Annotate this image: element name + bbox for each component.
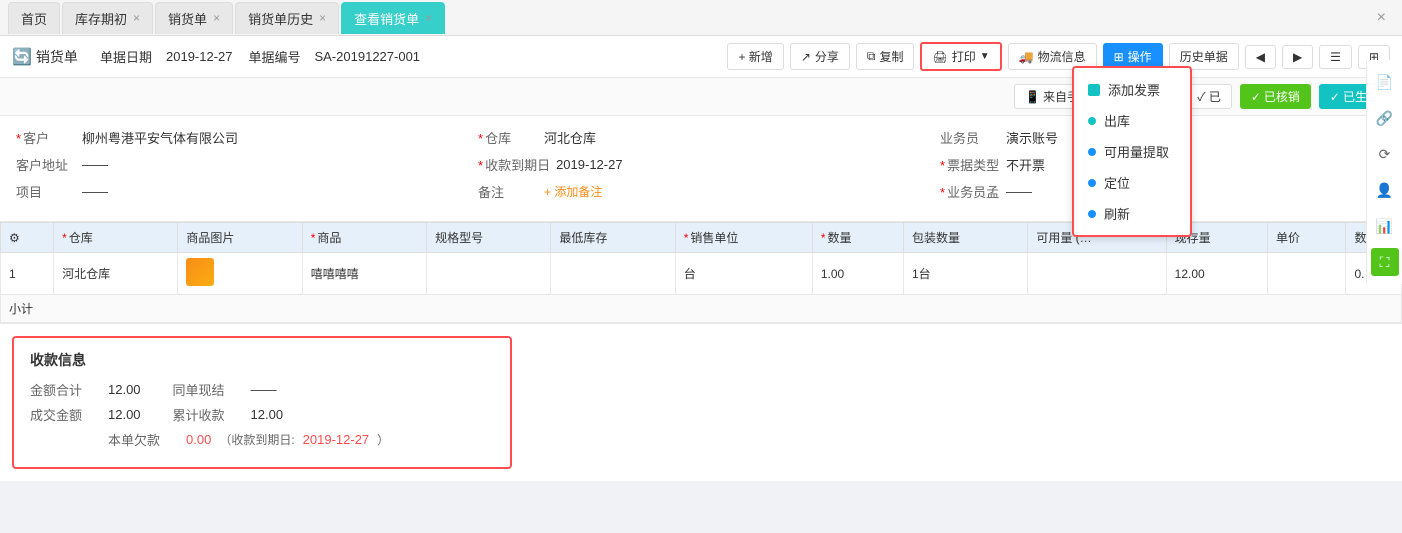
add-invoice-icon — [1088, 84, 1100, 96]
subtotal-label: 小计 — [1, 295, 1402, 323]
doc-meta: 单据日期 2019-12-27 单据编号 SA-20191227-001 — [100, 47, 719, 66]
col-price: 单价 — [1268, 223, 1346, 253]
cell-price — [1268, 253, 1346, 295]
sidebar-doc-icon[interactable]: 📄 — [1371, 68, 1399, 96]
cell-avail-qty — [1028, 253, 1166, 295]
tab-bar: 首页 库存期初 × 销货单 × 销货单历史 × 查看销货单 × × — [0, 0, 1402, 36]
cell-qty: 1.00 — [812, 253, 903, 295]
cell-unit: 台 — [675, 253, 812, 295]
refresh-item[interactable]: 刷新 — [1074, 198, 1190, 229]
sidebar-link-icon[interactable]: 🔗 — [1371, 104, 1399, 132]
tab-close-inventory[interactable]: × — [133, 11, 140, 25]
copy-button[interactable]: ⧉ 复制 — [856, 43, 915, 70]
payment-row-1: 金额合计 12.00 同单现结 —— — [30, 380, 494, 399]
payment-row-2: 成交金额 12.00 累计收款 12.00 — [30, 405, 494, 424]
right-sidebar: 📄 🔗 ⟳ 👤 📊 ⛶ — [1366, 60, 1402, 284]
address-field: 客户地址 —— — [16, 155, 462, 174]
table-container: ⚙ 仓库 商品图片 商品 规格型号 最低库存 销售单位 数量 包装数量 可用量 … — [0, 222, 1402, 324]
avail-qty-item[interactable]: 可用量提取 — [1074, 136, 1190, 167]
operation-dropdown: 添加发票 出库 可用量提取 定位 刷新 — [1072, 66, 1192, 237]
sidebar-user-icon[interactable]: 👤 — [1371, 176, 1399, 204]
product-thumbnail — [186, 258, 214, 286]
tab-close-sales-history[interactable]: × — [319, 11, 326, 25]
same-order-settle-field: 同单现结 —— — [173, 380, 277, 399]
main-content: 🔄 销货单 单据日期 2019-12-27 单据编号 SA-20191227-0… — [0, 36, 1402, 481]
col-spec: 规格型号 — [427, 223, 551, 253]
doc-date: 单据日期 2019-12-27 — [100, 47, 233, 66]
subtotal-row: 小计 — [1, 295, 1402, 323]
col-settings[interactable]: ⚙ — [1, 223, 54, 253]
cell-min-stock — [551, 253, 675, 295]
total-received-field: 累计收款 12.00 — [173, 405, 284, 424]
cell-image — [178, 253, 302, 295]
sidebar-refresh-icon[interactable]: ⟳ — [1371, 140, 1399, 168]
payment-title: 收款信息 — [30, 350, 494, 370]
add-remark-button[interactable]: + 添加备注 — [544, 183, 602, 200]
col-pack-qty: 包装数量 — [904, 223, 1028, 253]
warehouse-field: 仓库 河北仓库 — [478, 128, 924, 147]
tab-close-sales[interactable]: × — [213, 11, 220, 25]
refresh-icon — [1088, 210, 1096, 218]
col-image: 商品图片 — [178, 223, 302, 253]
tab-sales[interactable]: 销货单 × — [155, 2, 233, 34]
outstanding-field: 本单欠款 0.00 （收款到期日: 2019-12-27 ） — [108, 430, 389, 449]
doc-title-text: 销货单 — [36, 47, 78, 67]
col-unit: 销售单位 — [675, 223, 812, 253]
next-button[interactable]: ▶ — [1282, 45, 1313, 69]
sidebar-expand-icon[interactable]: ⛶ — [1371, 248, 1399, 276]
col-product: 商品 — [302, 223, 426, 253]
outbound-item[interactable]: 出库 — [1074, 105, 1190, 136]
col-min-stock: 最低库存 — [551, 223, 675, 253]
prev-button[interactable]: ◀ — [1245, 45, 1276, 69]
tab-view-sales[interactable]: 查看销货单 × — [341, 2, 445, 34]
outbound-icon — [1088, 117, 1096, 125]
cell-stock: 12.00 — [1166, 253, 1267, 295]
deal-amount-field: 成交金额 12.00 — [30, 405, 141, 424]
layout1-button[interactable]: ☰ — [1319, 45, 1352, 69]
customer-field: 客户 柳州粤港平安气体有限公司 — [16, 128, 462, 147]
tab-home[interactable]: 首页 — [8, 2, 60, 34]
check-button[interactable]: ✓ 已 — [1186, 84, 1232, 109]
table-row: 1 河北仓库 嘻嘻嘻嘻 台 1.00 1台 12.00 0. — [1, 253, 1402, 295]
share-button[interactable]: ↗ 分享 — [790, 43, 850, 70]
col-warehouse: 仓库 — [54, 223, 178, 253]
doc-number: 单据编号 SA-20191227-001 — [249, 47, 421, 66]
locate-icon — [1088, 179, 1096, 187]
payment-info: 收款信息 金额合计 12.00 同单现结 —— 成交金额 12.00 累计收款 — [12, 336, 512, 469]
add-invoice-item[interactable]: 添加发票 — [1074, 74, 1190, 105]
tab-close-view-sales[interactable]: × — [425, 11, 432, 25]
locate-item[interactable]: 定位 — [1074, 167, 1190, 198]
bottom-section: 收款信息 金额合计 12.00 同单现结 —— 成交金额 12.00 累计收款 — [0, 324, 1402, 481]
sidebar-chart-icon[interactable]: 📊 — [1371, 212, 1399, 240]
col-qty: 数量 — [812, 223, 903, 253]
print-button[interactable]: 🖨 打印 ▼ — [920, 42, 1001, 71]
doc-icon: 🔄 — [12, 47, 32, 67]
cell-warehouse: 河北仓库 — [54, 253, 178, 295]
sold-button[interactable]: ✓ 已核销 — [1240, 84, 1311, 109]
cell-spec — [427, 253, 551, 295]
doc-title: 🔄 销货单 — [12, 47, 92, 67]
new-button[interactable]: + 新增 — [727, 43, 783, 70]
cell-product: 嘻嘻嘻嘻 — [302, 253, 426, 295]
remark-field: 备注 + 添加备注 — [478, 182, 924, 201]
payment-date-field: 收款到期日 2019-12-27 — [478, 155, 924, 174]
cell-num: 1 — [1, 253, 54, 295]
doc-actions: + 新增 ↗ 分享 ⧉ 复制 🖨 打印 ▼ 🚚 物流信息 ⊞ 操作 — [727, 42, 1390, 71]
close-all-button[interactable]: × — [1369, 9, 1394, 27]
project-field: 项目 —— — [16, 182, 462, 201]
tab-inventory-init[interactable]: 库存期初 × — [62, 2, 153, 34]
payment-row-3: 本单欠款 0.00 （收款到期日: 2019-12-27 ） — [30, 430, 494, 449]
cell-pack-qty: 1台 — [904, 253, 1028, 295]
tab-sales-history[interactable]: 销货单历史 × — [235, 2, 339, 34]
products-table: ⚙ 仓库 商品图片 商品 规格型号 最低库存 销售单位 数量 包装数量 可用量 … — [0, 222, 1402, 323]
avail-qty-icon — [1088, 148, 1096, 156]
total-amount-field: 金额合计 12.00 — [30, 380, 141, 399]
